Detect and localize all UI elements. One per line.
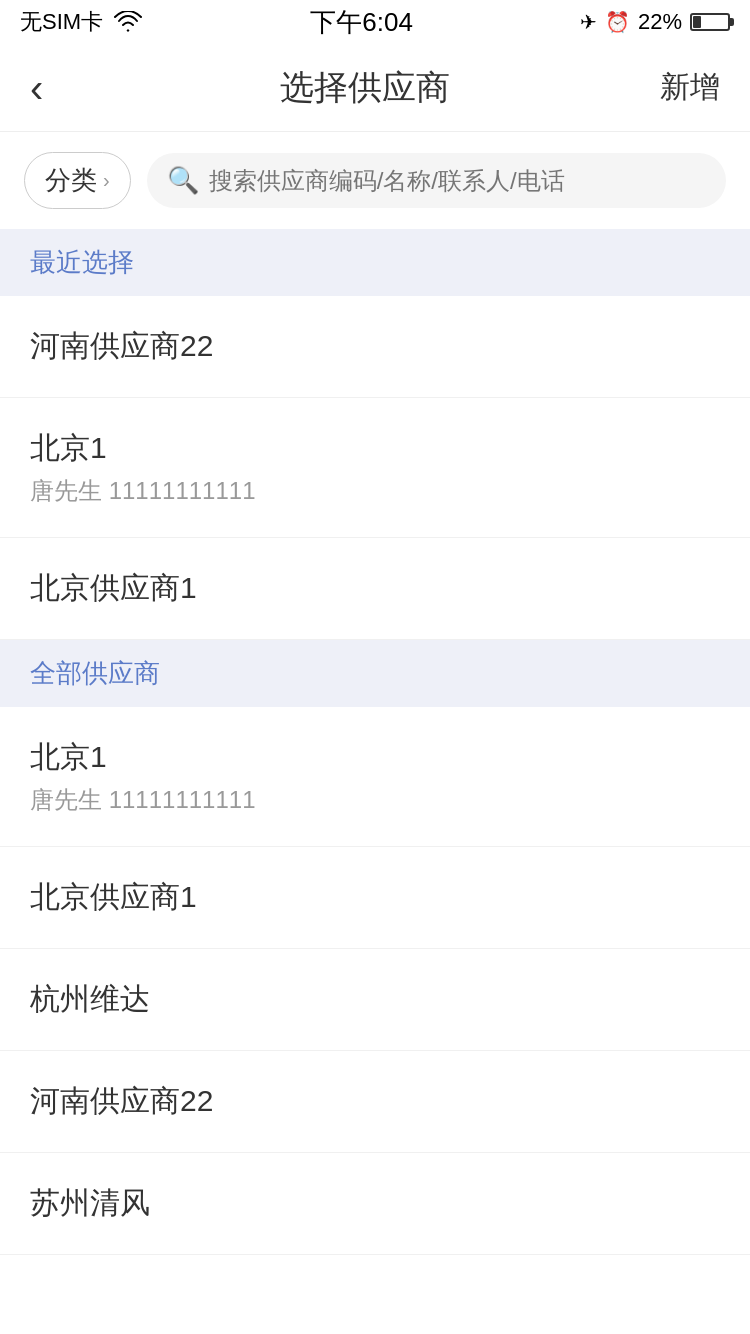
recent-section-header: 最近选择 — [0, 229, 750, 296]
carrier-text: 无SIM卡 — [20, 7, 103, 37]
list-item[interactable]: 河南供应商22 — [0, 1051, 750, 1153]
wifi-icon — [113, 11, 143, 33]
category-label: 分类 — [45, 163, 97, 198]
back-button[interactable]: ‹ — [30, 68, 90, 108]
item-name: 苏州清风 — [30, 1183, 720, 1224]
list-item[interactable]: 北京1 唐先生 11111111111 — [0, 398, 750, 538]
item-name: 北京供应商1 — [30, 877, 720, 918]
item-sub: 唐先生 11111111111 — [30, 784, 720, 816]
list-item[interactable]: 北京1 唐先生 11111111111 — [0, 707, 750, 847]
chevron-right-icon: › — [103, 169, 110, 192]
list-item[interactable]: 杭州维达 — [0, 949, 750, 1051]
status-time: 下午6:04 — [310, 5, 413, 40]
item-name: 北京1 — [30, 428, 720, 469]
alarm-icon: ⏰ — [605, 10, 630, 34]
status-right: ✈ ⏰ 22% — [580, 9, 730, 35]
search-icon: 🔍 — [167, 165, 199, 196]
item-name: 杭州维达 — [30, 979, 720, 1020]
item-name: 北京1 — [30, 737, 720, 778]
status-left: 无SIM卡 — [20, 7, 143, 37]
recent-list: 河南供应商22 北京1 唐先生 11111111111 北京供应商1 — [0, 296, 750, 640]
search-box[interactable]: 🔍 — [147, 153, 726, 208]
recent-label: 最近选择 — [30, 247, 134, 277]
item-name: 河南供应商22 — [30, 1081, 720, 1122]
list-item[interactable]: 苏州清风 — [0, 1153, 750, 1255]
nav-bar: ‹ 选择供应商 新增 — [0, 44, 750, 132]
list-item[interactable]: 北京供应商1 — [0, 847, 750, 949]
list-item[interactable]: 河南供应商22 — [0, 296, 750, 398]
search-input[interactable] — [209, 167, 706, 195]
filter-bar: 分类 › 🔍 — [0, 132, 750, 229]
add-button[interactable]: 新增 — [640, 67, 720, 108]
all-section-header: 全部供应商 — [0, 640, 750, 707]
item-sub: 唐先生 11111111111 — [30, 475, 720, 507]
list-item[interactable]: 北京供应商1 — [0, 538, 750, 640]
location-icon: ✈ — [580, 10, 597, 34]
battery-icon — [690, 13, 730, 31]
page-title: 选择供应商 — [280, 65, 450, 111]
item-name: 河南供应商22 — [30, 326, 720, 367]
all-list: 北京1 唐先生 11111111111 北京供应商1 杭州维达河南供应商22 苏州清风 — [0, 707, 750, 1255]
category-button[interactable]: 分类 › — [24, 152, 131, 209]
status-bar: 无SIM卡 下午6:04 ✈ ⏰ 22% — [0, 0, 750, 44]
battery-percent: 22% — [638, 9, 682, 35]
item-name: 北京供应商1 — [30, 568, 720, 609]
all-label: 全部供应商 — [30, 658, 160, 688]
